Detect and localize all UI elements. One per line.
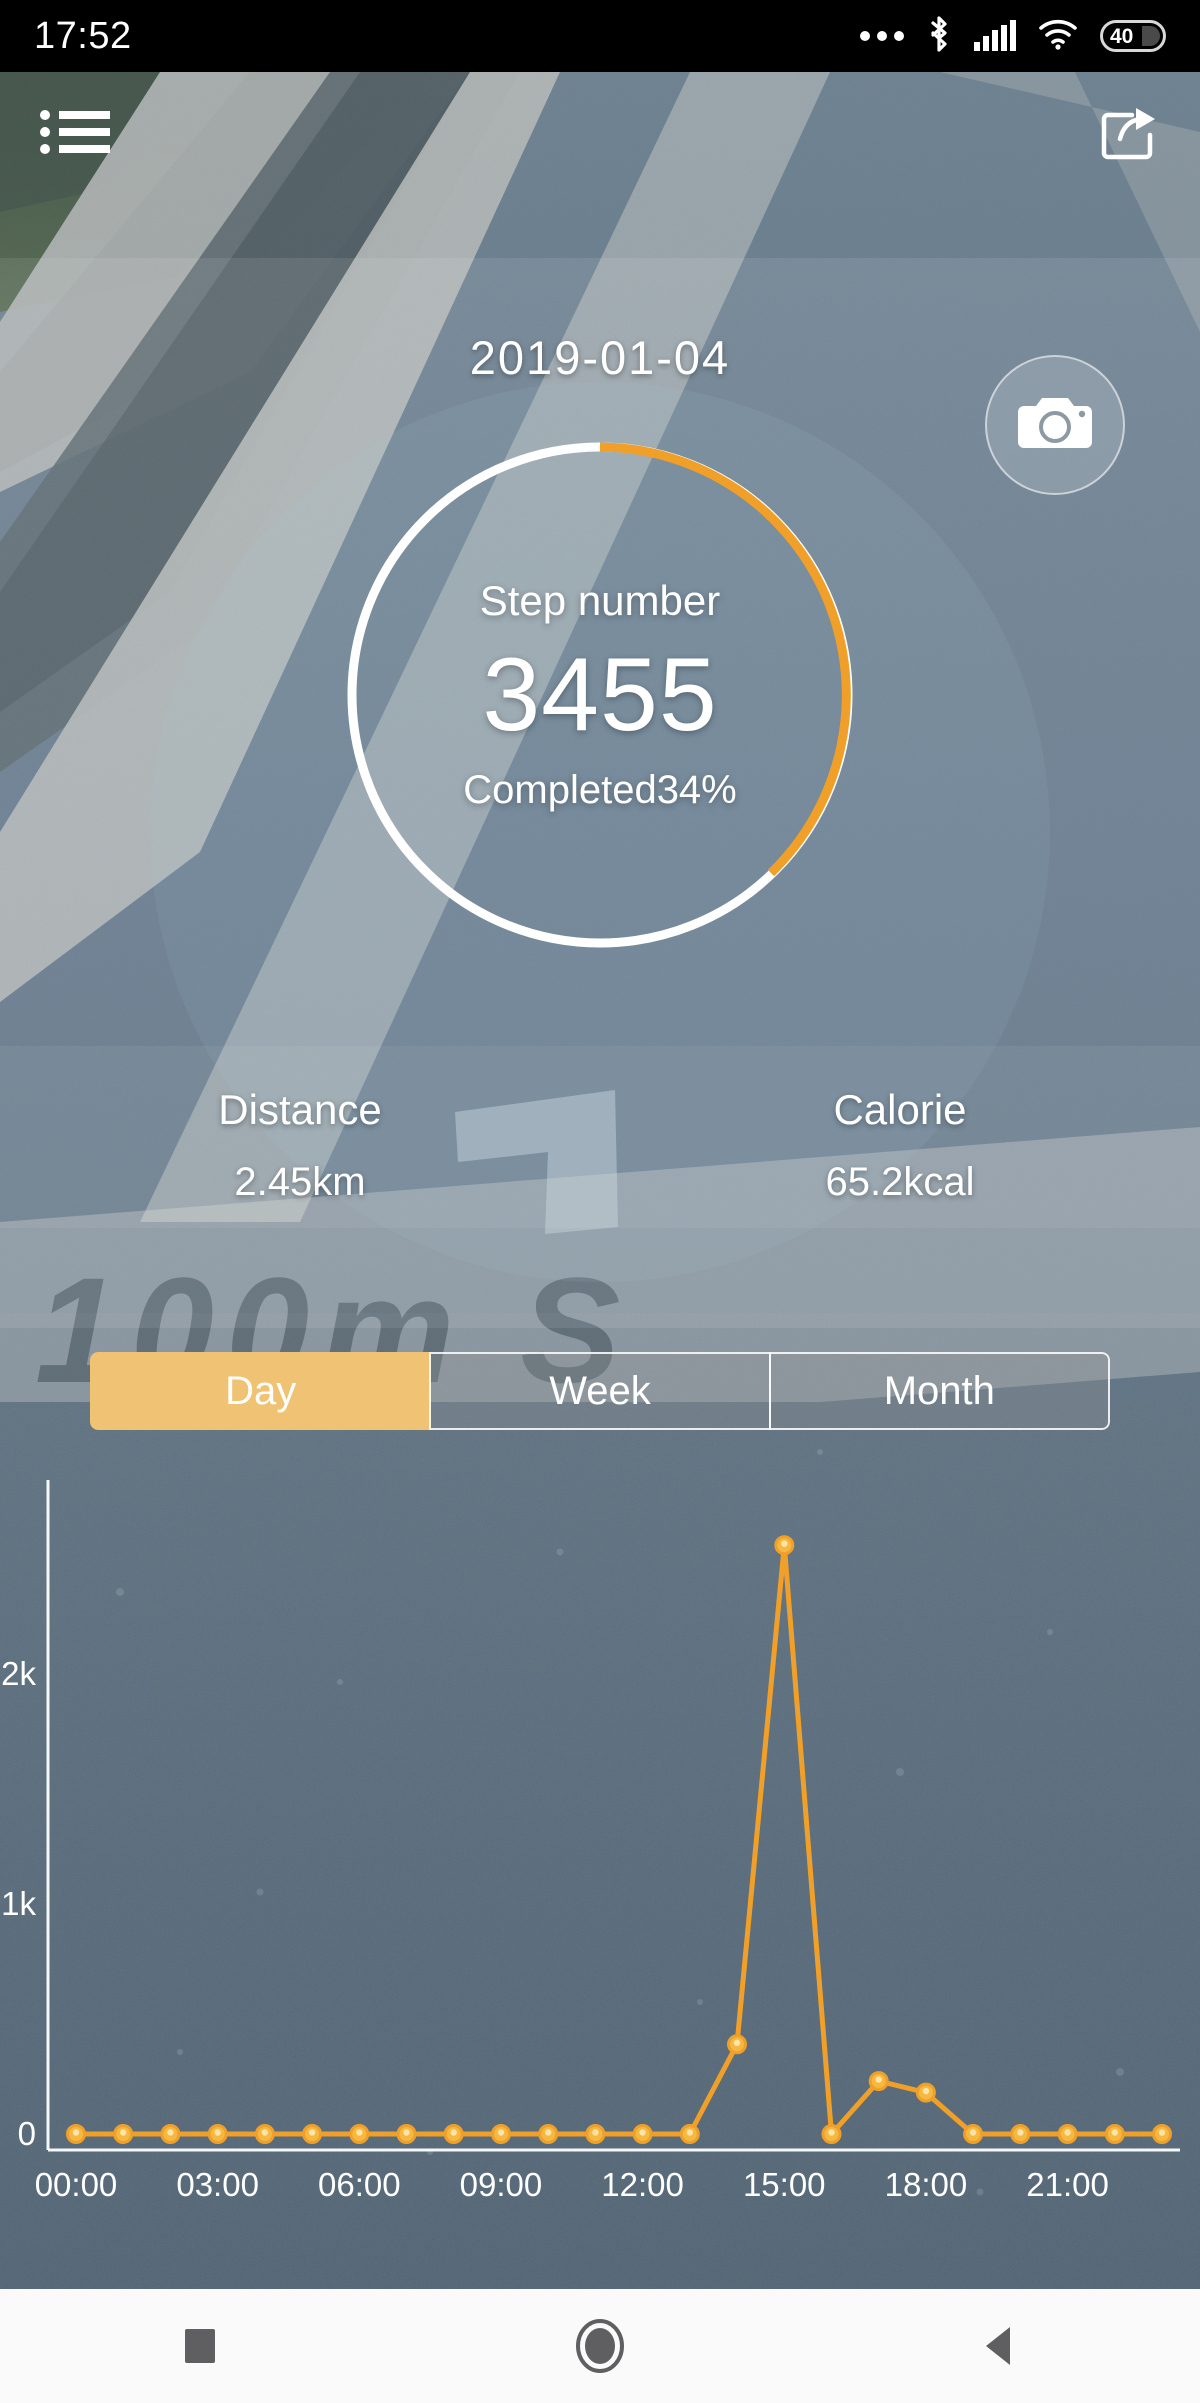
recents-square-icon[interactable] [130, 2289, 270, 2403]
status-icons: 40 [860, 15, 1166, 57]
stats-row: Distance 2.45km Calorie 65.2kcal [0, 1060, 1200, 1230]
chart-data-point-highlight [450, 2129, 457, 2136]
battery-icon: 40 [1100, 20, 1166, 52]
chart-data-point-highlight [1158, 2129, 1166, 2136]
tab-day[interactable]: Day [90, 1352, 432, 1430]
chart-data-point-highlight [1111, 2129, 1119, 2136]
chart-data-point-highlight [403, 2129, 410, 2136]
period-tabs: Day Week Month [90, 1352, 1110, 1430]
x-tick-label: 12:00 [601, 2166, 684, 2203]
android-navigation-bar [0, 2289, 1200, 2403]
stat-calorie: Calorie 65.2kcal [600, 1060, 1200, 1230]
chart-data-point-highlight [686, 2129, 693, 2136]
y-tick-label: 2k [1, 1655, 36, 1692]
chart-data-point-highlight [356, 2129, 363, 2136]
camera-icon [1016, 392, 1094, 459]
steps-line-chart[interactable]: 0 1k 2k 00:00 03:00 06:00 09:00 12:00 15:00 18:00… [0, 1450, 1200, 2280]
back-triangle-icon[interactable] [930, 2289, 1070, 2403]
home-circle-icon[interactable] [530, 2289, 670, 2403]
step-progress-ring: Step number 3455 Completed34% [300, 430, 900, 960]
chart-data-point-highlight [969, 2129, 977, 2136]
x-tick-label: 18:00 [885, 2166, 968, 2203]
chart-data-point-highlight [1064, 2129, 1071, 2136]
x-tick-label: 03:00 [176, 2166, 259, 2203]
stat-distance-label: Distance [218, 1085, 382, 1133]
chart-data-point-highlight [497, 2129, 505, 2136]
x-tick-label: 15:00 [743, 2166, 826, 2203]
stat-calorie-value: 65.2kcal [825, 1159, 975, 1204]
x-tick-label: 21:00 [1026, 2166, 1109, 2203]
wifi-icon [1038, 18, 1078, 55]
status-bar: 17:52 40 [0, 0, 1200, 72]
chart-data-point-highlight [828, 2129, 835, 2136]
chart-data-point-highlight [922, 2087, 930, 2095]
bluetooth-icon [926, 15, 952, 57]
chart-data-point-highlight [545, 2129, 552, 2136]
y-tick-label: 1k [1, 1885, 36, 1922]
stat-calorie-label: Calorie [833, 1085, 967, 1133]
chart-data-point-highlight [592, 2129, 599, 2136]
x-tick-label: 09:00 [460, 2166, 543, 2203]
x-tick-label: 00:00 [35, 2166, 118, 2203]
chart-data-point-highlight [1017, 2129, 1024, 2136]
signal-bars-icon [974, 20, 1016, 51]
step-completion: Completed34% [463, 768, 737, 813]
chart-data-point-highlight [214, 2129, 221, 2136]
chart-line [73, 1542, 1165, 2137]
camera-button[interactable] [985, 355, 1125, 495]
step-label: Step number [479, 576, 721, 624]
y-tick-label: 0 [18, 2115, 36, 2152]
stat-distance-value: 2.45km [234, 1159, 366, 1204]
chart-data-point-highlight [781, 1540, 788, 1547]
chart-data-point-highlight [167, 2129, 174, 2136]
share-icon[interactable] [1098, 103, 1160, 161]
chart-data-point-highlight [261, 2129, 269, 2136]
chart-data-point-highlight [120, 2129, 127, 2136]
chart-data-point-highlight [733, 2039, 741, 2046]
chart-data-point-highlight [875, 2076, 882, 2083]
battery-level: 40 [1110, 24, 1134, 48]
list-menu-icon[interactable] [40, 108, 110, 156]
chart-data-point-highlight [308, 2129, 316, 2136]
stat-distance: Distance 2.45km [0, 1060, 600, 1230]
x-tick-label: 06:00 [318, 2166, 401, 2203]
chart-data-point-highlight [639, 2129, 646, 2136]
top-navigation-bar [0, 72, 1200, 192]
chart-data-point-highlight [72, 2129, 80, 2136]
status-time: 17:52 [34, 14, 132, 57]
tab-week[interactable]: Week [429, 1352, 771, 1430]
tab-month[interactable]: Month [768, 1352, 1110, 1430]
more-dots-icon [860, 31, 904, 41]
step-count: 3455 [482, 636, 718, 753]
